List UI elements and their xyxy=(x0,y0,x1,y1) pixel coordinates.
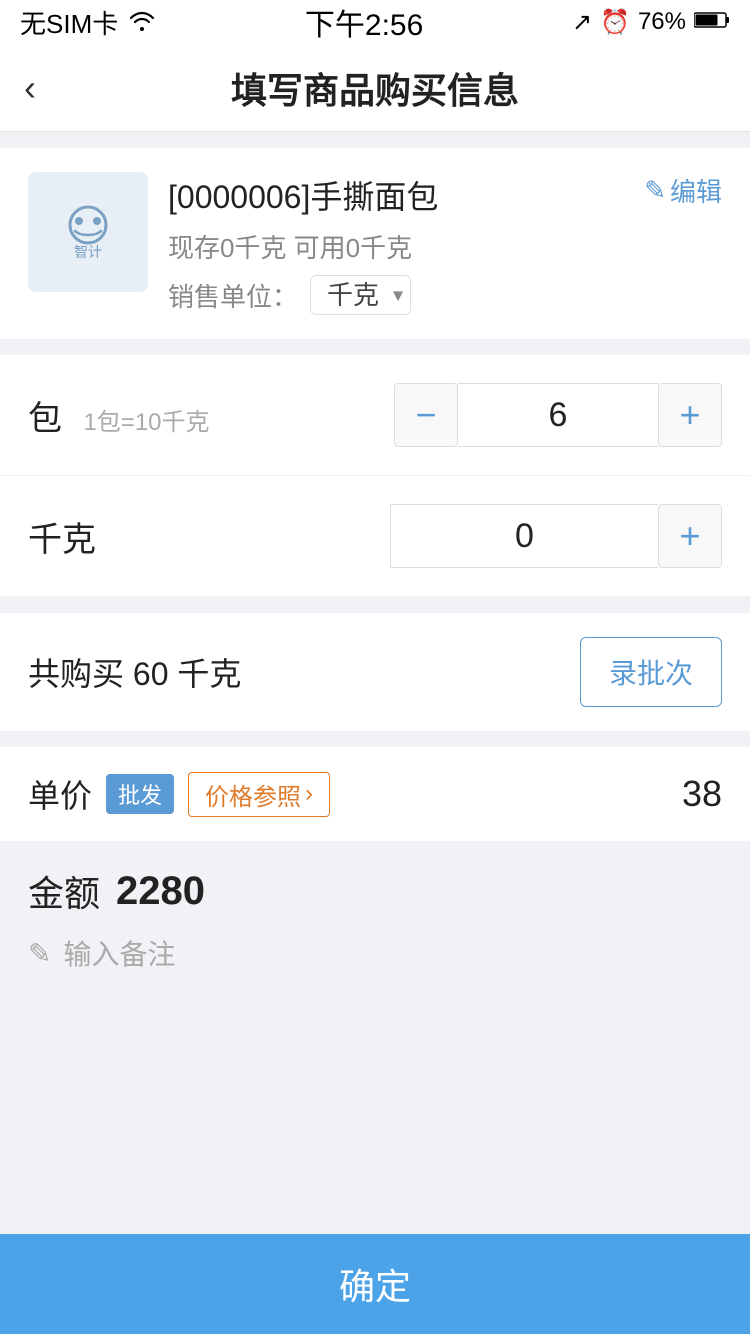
edit-label: 编辑 xyxy=(670,172,722,209)
amount-section: 金额 2280 ✎ 输入备注 xyxy=(0,841,750,997)
amount-value: 2280 xyxy=(116,869,205,914)
qty-row-bao: 包 1包=10千克 − + xyxy=(0,355,750,476)
confirm-button[interactable]: 确定 xyxy=(339,1258,411,1310)
edit-icon: ✎ xyxy=(644,175,666,206)
qty-controls-bao: − + xyxy=(394,383,722,447)
qty-minus-bao[interactable]: − xyxy=(394,383,458,447)
product-info: [0000006]手撕面包 ✎ 编辑 现存0千克 可用0千克 销售单位： 千克 xyxy=(168,172,722,315)
status-bar-time: 下午2:56 xyxy=(305,0,423,44)
unit-select-wrapper[interactable]: 千克 xyxy=(310,275,411,315)
qty-controls-kg: + xyxy=(390,504,722,568)
amount-row: 金额 2280 xyxy=(28,865,722,917)
product-unit-row: 销售单位： 千克 xyxy=(168,275,722,315)
remark-row[interactable]: ✎ 输入备注 xyxy=(28,933,722,973)
nav-bar: ‹ 填写商品购买信息 xyxy=(0,44,750,132)
qty-section: 包 1包=10千克 − + 千克 + xyxy=(0,355,750,597)
wifi-icon xyxy=(128,7,156,38)
summary-text: 共购买 60 千克 xyxy=(28,649,241,695)
price-ref-chevron: › xyxy=(305,780,313,808)
back-button[interactable]: ‹ xyxy=(24,67,36,109)
status-bar-right: ↗ ⏰ 76% xyxy=(572,8,730,37)
qty-input-kg[interactable] xyxy=(390,504,658,568)
qty-row-kg: 千克 + xyxy=(0,476,750,597)
unit-select[interactable]: 千克 xyxy=(310,275,411,315)
price-section: 单价 批发 价格参照 › 38 xyxy=(0,747,750,841)
summary-section: 共购买 60 千克 录批次 xyxy=(0,613,750,731)
status-bar-left: 无SIM卡 xyxy=(20,4,156,41)
battery-icon xyxy=(694,8,730,36)
amount-label: 金额 xyxy=(28,865,100,917)
product-image: 智计 xyxy=(28,172,148,292)
product-card: 智计 [0000006]手撕面包 ✎ 编辑 现存0千克 可用0千克 销售单位： … xyxy=(0,148,750,339)
alarm-icon: ⏰ xyxy=(600,8,630,37)
svg-text:智计: 智计 xyxy=(74,244,102,260)
price-label: 单价 xyxy=(28,771,92,817)
qty-hint-bao: 1包=10千克 xyxy=(83,409,209,436)
page-title: 填写商品购买信息 xyxy=(231,62,519,114)
qty-input-bao[interactable] xyxy=(458,383,658,447)
qty-plus-kg[interactable]: + xyxy=(658,504,722,568)
qty-label-kg: 千克 xyxy=(28,512,390,561)
remark-placeholder: 输入备注 xyxy=(63,933,175,973)
status-bar: 无SIM卡 下午2:56 ↗ ⏰ 76% xyxy=(0,0,750,44)
price-value: 38 xyxy=(682,773,722,815)
footer[interactable]: 确定 xyxy=(0,1234,750,1334)
product-name: [0000006]手撕面包 xyxy=(168,172,438,218)
spacer xyxy=(0,997,750,1197)
product-stock: 现存0千克 可用0千克 xyxy=(168,228,722,265)
price-ref-label: 价格参照 xyxy=(205,777,301,812)
qty-label-bao: 包 1包=10千克 xyxy=(28,391,394,440)
qty-plus-bao[interactable]: + xyxy=(658,383,722,447)
batch-button[interactable]: 录批次 xyxy=(580,637,722,707)
unit-label: 销售单位： xyxy=(168,277,298,314)
carrier-text: 无SIM卡 xyxy=(20,4,118,41)
price-row: 单价 批发 价格参照 › 38 xyxy=(28,771,722,817)
price-tag: 批发 xyxy=(106,774,174,814)
pencil-icon: ✎ xyxy=(28,937,51,970)
battery-text: 76% xyxy=(638,8,686,36)
edit-button[interactable]: ✎ 编辑 xyxy=(644,172,722,209)
location-icon: ↗ xyxy=(572,8,592,37)
price-ref-button[interactable]: 价格参照 › xyxy=(188,772,330,817)
